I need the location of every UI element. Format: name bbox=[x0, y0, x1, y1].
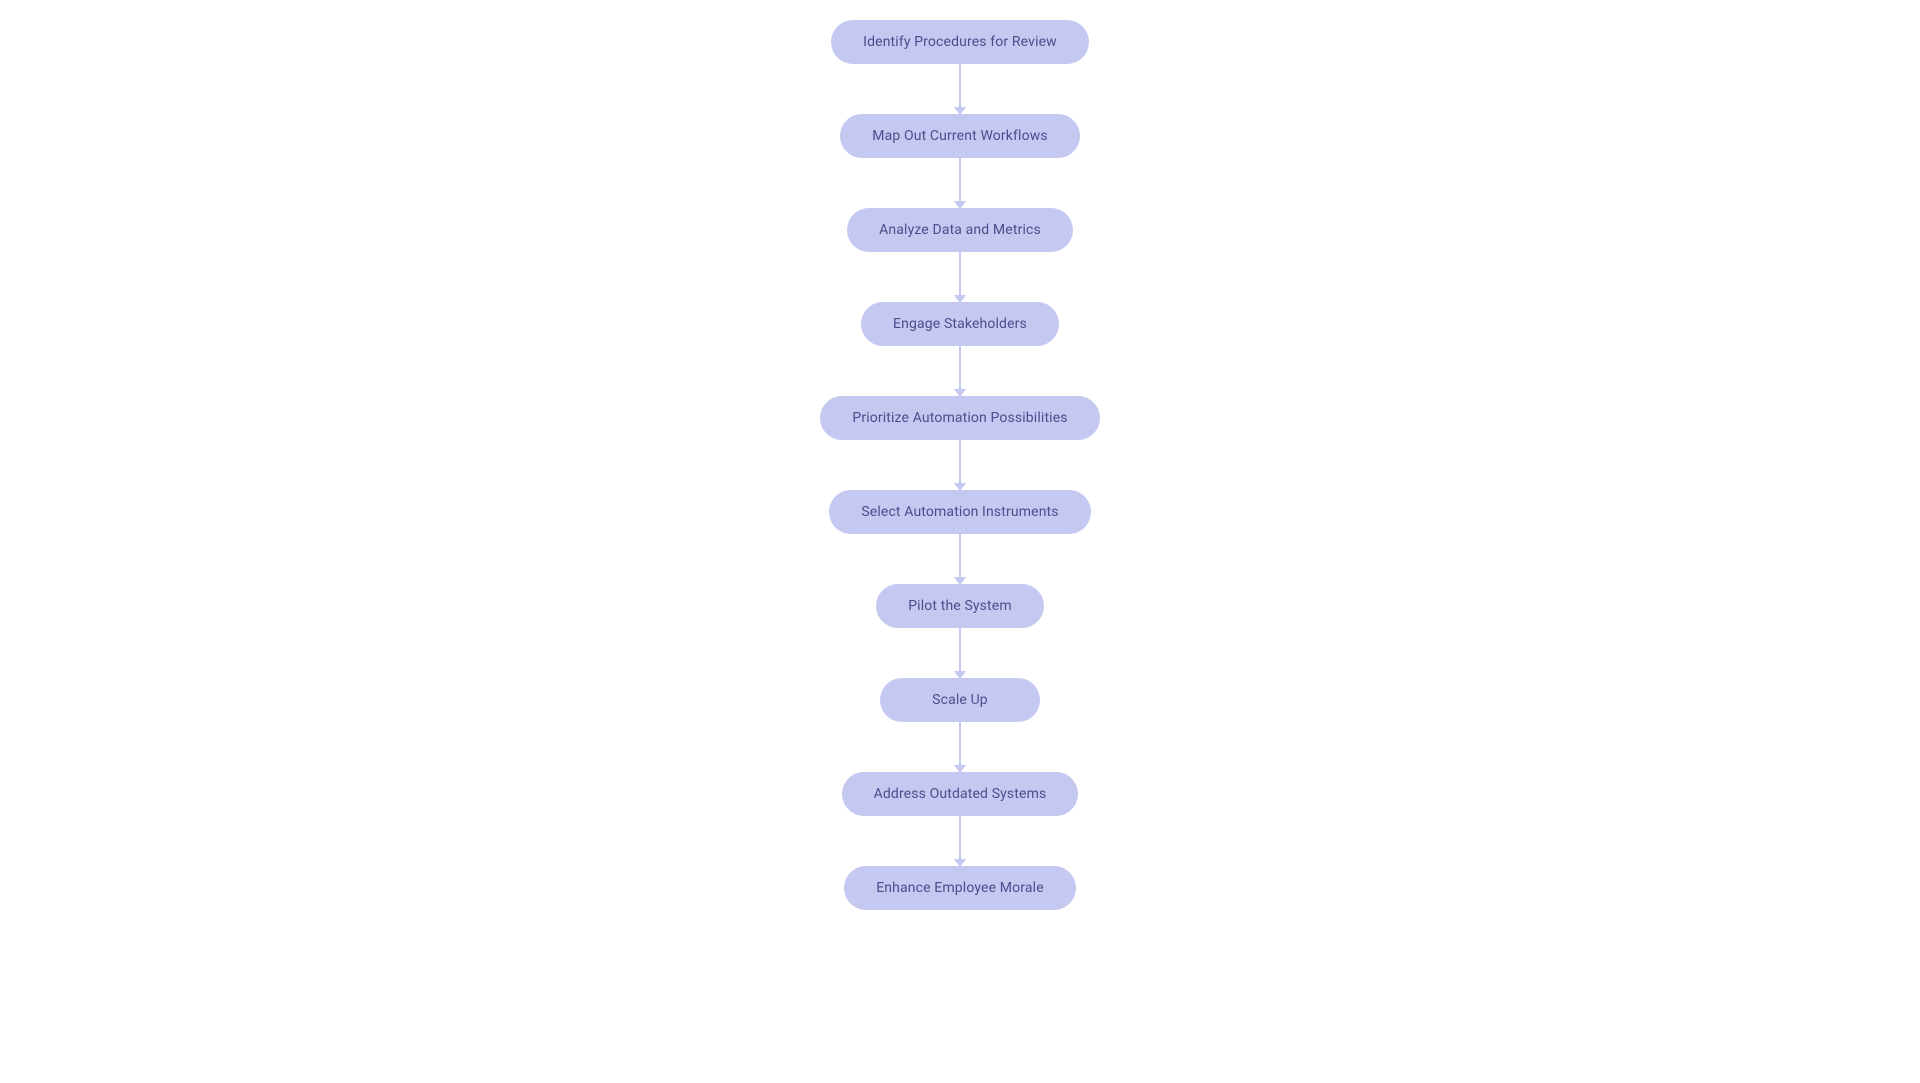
node-prioritize-automation[interactable]: Prioritize Automation Possibilities bbox=[820, 396, 1099, 440]
connector-6 bbox=[959, 534, 961, 584]
node-analyze-data[interactable]: Analyze Data and Metrics bbox=[847, 208, 1073, 252]
connector-1 bbox=[959, 64, 961, 114]
node-scale-up[interactable]: Scale Up bbox=[880, 678, 1040, 722]
node-address-outdated[interactable]: Address Outdated Systems bbox=[842, 772, 1079, 816]
connector-7 bbox=[959, 628, 961, 678]
node-pilot-system[interactable]: Pilot the System bbox=[876, 584, 1044, 628]
flowchart: Identify Procedures for Review Map Out C… bbox=[820, 20, 1099, 910]
node-select-automation[interactable]: Select Automation Instruments bbox=[829, 490, 1090, 534]
connector-2 bbox=[959, 158, 961, 208]
node-identify-procedures[interactable]: Identify Procedures for Review bbox=[831, 20, 1089, 64]
connector-8 bbox=[959, 722, 961, 772]
connector-9 bbox=[959, 816, 961, 866]
connector-3 bbox=[959, 252, 961, 302]
connector-4 bbox=[959, 346, 961, 396]
node-engage-stakeholders[interactable]: Engage Stakeholders bbox=[861, 302, 1059, 346]
connector-5 bbox=[959, 440, 961, 490]
node-enhance-morale[interactable]: Enhance Employee Morale bbox=[844, 866, 1076, 910]
node-map-out-workflows[interactable]: Map Out Current Workflows bbox=[840, 114, 1080, 158]
